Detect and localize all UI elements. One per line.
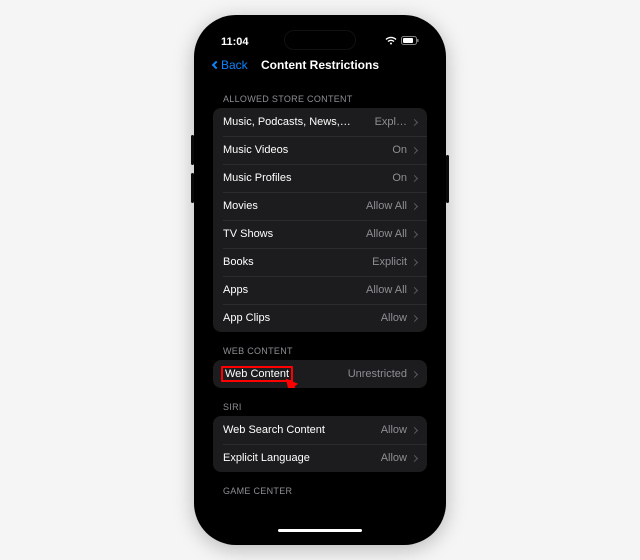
row-app-clips[interactable]: App Clips Allow xyxy=(213,304,427,332)
chevron-right-icon xyxy=(411,426,418,433)
chevron-right-icon xyxy=(411,230,418,237)
row-value: Allow All xyxy=(366,284,407,296)
chevron-right-icon xyxy=(411,258,418,265)
row-label: Music, Podcasts, News, Fitness xyxy=(223,116,353,128)
back-label: Back xyxy=(221,58,248,72)
chevron-right-icon xyxy=(411,174,418,181)
chevron-right-icon xyxy=(411,286,418,293)
chevron-left-icon xyxy=(212,61,220,69)
nav-bar: Back Content Restrictions xyxy=(203,52,437,80)
chevron-right-icon xyxy=(411,454,418,461)
row-explicit-language[interactable]: Explicit Language Allow xyxy=(213,444,427,472)
row-books[interactable]: Books Explicit xyxy=(213,248,427,276)
chevron-right-icon xyxy=(411,118,418,125)
row-value: Allow All xyxy=(366,228,407,240)
battery-icon xyxy=(401,36,419,48)
row-web-search-content[interactable]: Web Search Content Allow xyxy=(213,416,427,444)
row-value: Explicit xyxy=(372,256,407,268)
section-header-web: WEB CONTENT xyxy=(213,332,427,360)
row-value: On xyxy=(392,172,407,184)
row-value: Allow xyxy=(381,424,407,436)
power-button xyxy=(446,155,449,203)
section-header-siri: SIRI xyxy=(213,388,427,416)
home-indicator[interactable] xyxy=(278,529,362,532)
row-music-podcasts[interactable]: Music, Podcasts, News, Fitness Expl… xyxy=(213,108,427,136)
row-value: Expl… xyxy=(375,116,407,128)
group-web: Web Content Unrestricted xyxy=(213,360,427,388)
row-apps[interactable]: Apps Allow All xyxy=(213,276,427,304)
wifi-icon xyxy=(385,36,397,48)
chevron-right-icon xyxy=(411,202,418,209)
row-label: App Clips xyxy=(223,312,270,324)
group-store: Music, Podcasts, News, Fitness Expl… Mus… xyxy=(213,108,427,332)
row-label: Music Videos xyxy=(223,144,288,156)
row-value: Allow xyxy=(381,312,407,324)
dynamic-island xyxy=(284,30,356,50)
chevron-right-icon xyxy=(411,370,418,377)
highlight-annotation: Web Content xyxy=(221,366,293,382)
chevron-right-icon xyxy=(411,146,418,153)
back-button[interactable]: Back xyxy=(213,58,248,72)
row-label: Explicit Language xyxy=(223,452,310,464)
section-header-gamecenter: GAME CENTER xyxy=(213,472,427,500)
volume-down-button xyxy=(191,173,194,203)
group-siri: Web Search Content Allow Explicit Langua… xyxy=(213,416,427,472)
row-label: Music Profiles xyxy=(223,172,291,184)
row-web-content[interactable]: Web Content Unrestricted xyxy=(213,360,427,388)
row-value: On xyxy=(392,144,407,156)
row-label: Movies xyxy=(223,200,258,212)
row-tv-shows[interactable]: TV Shows Allow All xyxy=(213,220,427,248)
volume-up-button xyxy=(191,135,194,165)
phone-frame: 11:04 Back Content Restrictions ALLOWED … xyxy=(194,15,446,545)
row-value: Allow xyxy=(381,452,407,464)
row-label: Books xyxy=(223,256,254,268)
row-music-videos[interactable]: Music Videos On xyxy=(213,136,427,164)
section-header-store: ALLOWED STORE CONTENT xyxy=(213,80,427,108)
row-label: Web Content xyxy=(225,368,289,380)
row-label: TV Shows xyxy=(223,228,273,240)
screen: 11:04 Back Content Restrictions ALLOWED … xyxy=(203,24,437,536)
row-label: Web Search Content xyxy=(223,424,325,436)
row-label: Apps xyxy=(223,284,248,296)
row-value: Allow All xyxy=(366,200,407,212)
chevron-right-icon xyxy=(411,314,418,321)
content-scroll[interactable]: ALLOWED STORE CONTENT Music, Podcasts, N… xyxy=(203,80,437,530)
row-movies[interactable]: Movies Allow All xyxy=(213,192,427,220)
row-value: Unrestricted xyxy=(348,368,407,380)
page-title: Content Restrictions xyxy=(261,58,379,72)
row-music-profiles[interactable]: Music Profiles On xyxy=(213,164,427,192)
status-time: 11:04 xyxy=(221,36,249,48)
